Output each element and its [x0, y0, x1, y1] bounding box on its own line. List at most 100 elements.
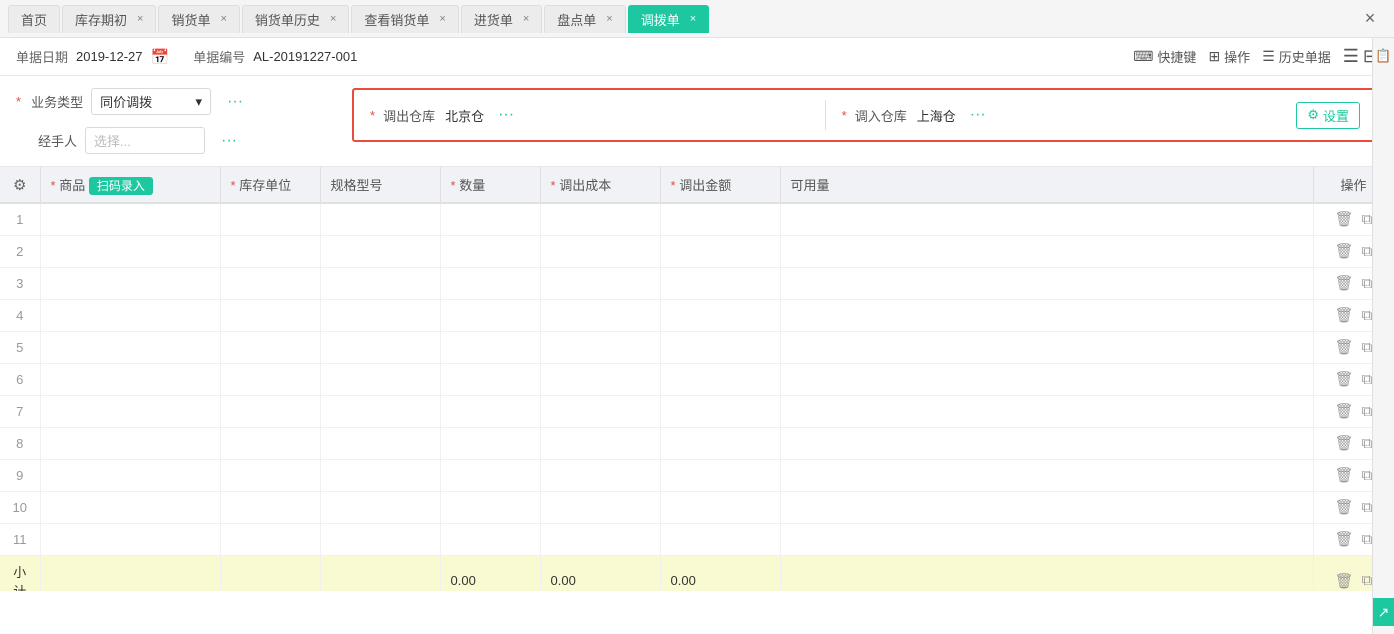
row-quantity[interactable]: [440, 331, 540, 363]
copy-icon[interactable]: ⧉: [1362, 499, 1373, 516]
copy-icon[interactable]: ⧉: [1362, 243, 1373, 260]
tab-sales-order[interactable]: 销货单 ×: [158, 5, 239, 33]
copy-icon[interactable]: ⧉: [1362, 531, 1373, 548]
operations-button[interactable]: ⊞ 操作: [1208, 47, 1250, 66]
row-quantity[interactable]: [440, 395, 540, 427]
row-quantity[interactable]: [440, 299, 540, 331]
row-amount[interactable]: [660, 267, 780, 299]
row-product[interactable]: [40, 299, 220, 331]
row-quantity[interactable]: [440, 203, 540, 235]
row-spec[interactable]: [320, 299, 440, 331]
row-amount[interactable]: [660, 299, 780, 331]
row-quantity[interactable]: [440, 363, 540, 395]
row-cost[interactable]: [540, 363, 660, 395]
row-unit[interactable]: [220, 331, 320, 363]
row-available[interactable]: [780, 491, 1314, 523]
row-product[interactable]: [40, 331, 220, 363]
row-amount[interactable]: [660, 459, 780, 491]
row-spec[interactable]: [320, 491, 440, 523]
row-available[interactable]: [780, 331, 1314, 363]
row-unit[interactable]: [220, 267, 320, 299]
more-options-icon[interactable]: ···: [227, 93, 243, 111]
row-spec[interactable]: [320, 395, 440, 427]
row-cost[interactable]: [540, 523, 660, 555]
row-unit[interactable]: [220, 203, 320, 235]
copy-icon[interactable]: ⧉: [1362, 403, 1373, 420]
row-amount[interactable]: [660, 203, 780, 235]
row-unit[interactable]: [220, 427, 320, 459]
row-unit[interactable]: [220, 395, 320, 427]
delete-icon[interactable]: 🗑: [1335, 274, 1354, 292]
row-unit[interactable]: [220, 363, 320, 395]
layout-list-icon[interactable]: ☰: [1343, 46, 1359, 67]
row-unit[interactable]: [220, 523, 320, 555]
row-available[interactable]: [780, 235, 1314, 267]
row-quantity[interactable]: [440, 427, 540, 459]
row-available[interactable]: [780, 523, 1314, 555]
close-icon[interactable]: ×: [137, 13, 143, 25]
row-spec[interactable]: [320, 203, 440, 235]
copy-icon[interactable]: ⧉: [1362, 572, 1373, 589]
copy-icon[interactable]: ⧉: [1362, 339, 1373, 356]
row-spec[interactable]: [320, 523, 440, 555]
row-cost[interactable]: [540, 491, 660, 523]
copy-icon[interactable]: ⧉: [1362, 371, 1373, 388]
delete-icon[interactable]: 🗑: [1335, 242, 1354, 260]
tab-sales-history[interactable]: 销货单历史 ×: [242, 5, 349, 33]
row-cost[interactable]: [540, 299, 660, 331]
delete-icon[interactable]: 🗑: [1335, 466, 1354, 484]
row-amount[interactable]: [660, 523, 780, 555]
sidebar-expand-icon[interactable]: ↗: [1373, 598, 1394, 626]
tab-purchase[interactable]: 进货单 ×: [461, 5, 542, 33]
row-spec[interactable]: [320, 427, 440, 459]
row-cost[interactable]: [540, 459, 660, 491]
row-product[interactable]: [40, 235, 220, 267]
row-product[interactable]: [40, 459, 220, 491]
close-icon[interactable]: ×: [330, 13, 336, 25]
delete-icon[interactable]: 🗑: [1335, 530, 1354, 548]
calendar-icon[interactable]: 📅: [151, 48, 170, 66]
delete-icon[interactable]: 🗑: [1335, 498, 1354, 516]
row-product[interactable]: [40, 363, 220, 395]
tab-home[interactable]: 首页: [8, 5, 60, 33]
row-product[interactable]: [40, 267, 220, 299]
row-product[interactable]: [40, 427, 220, 459]
copy-icon[interactable]: ⧉: [1362, 435, 1373, 452]
row-available[interactable]: [780, 363, 1314, 395]
row-cost[interactable]: [540, 331, 660, 363]
scan-button[interactable]: 扫码录入: [89, 177, 153, 195]
row-quantity[interactable]: [440, 235, 540, 267]
window-close-button[interactable]: ×: [1354, 3, 1386, 35]
row-unit[interactable]: [220, 235, 320, 267]
row-amount[interactable]: [660, 491, 780, 523]
history-button[interactable]: ☰ 历史单据: [1262, 47, 1331, 66]
row-spec[interactable]: [320, 235, 440, 267]
row-quantity[interactable]: [440, 523, 540, 555]
row-available[interactable]: [780, 459, 1314, 491]
row-product[interactable]: [40, 491, 220, 523]
close-icon[interactable]: ×: [439, 13, 445, 25]
tab-view-sales[interactable]: 查看销货单 ×: [351, 5, 458, 33]
tab-inventory-init[interactable]: 库存期初 ×: [62, 5, 156, 33]
tab-transfer[interactable]: 调拨单 ×: [628, 5, 709, 33]
tab-inventory-check[interactable]: 盘点单 ×: [544, 5, 625, 33]
row-quantity[interactable]: [440, 491, 540, 523]
row-spec[interactable]: [320, 331, 440, 363]
settings-icon[interactable]: ⚙: [13, 177, 26, 194]
row-product[interactable]: [40, 395, 220, 427]
row-spec[interactable]: [320, 267, 440, 299]
close-icon[interactable]: ×: [690, 13, 696, 25]
row-cost[interactable]: [540, 427, 660, 459]
row-amount[interactable]: [660, 427, 780, 459]
delete-icon[interactable]: 🗑: [1335, 434, 1354, 452]
row-available[interactable]: [780, 395, 1314, 427]
copy-icon[interactable]: ⧉: [1362, 275, 1373, 292]
row-spec[interactable]: [320, 459, 440, 491]
copy-icon[interactable]: ⧉: [1362, 467, 1373, 484]
row-quantity[interactable]: [440, 267, 540, 299]
handler-more-icon[interactable]: ···: [221, 132, 237, 150]
close-icon[interactable]: ×: [523, 13, 529, 25]
delete-icon[interactable]: 🗑: [1335, 402, 1354, 420]
row-available[interactable]: [780, 427, 1314, 459]
delete-icon[interactable]: 🗑: [1335, 306, 1354, 324]
